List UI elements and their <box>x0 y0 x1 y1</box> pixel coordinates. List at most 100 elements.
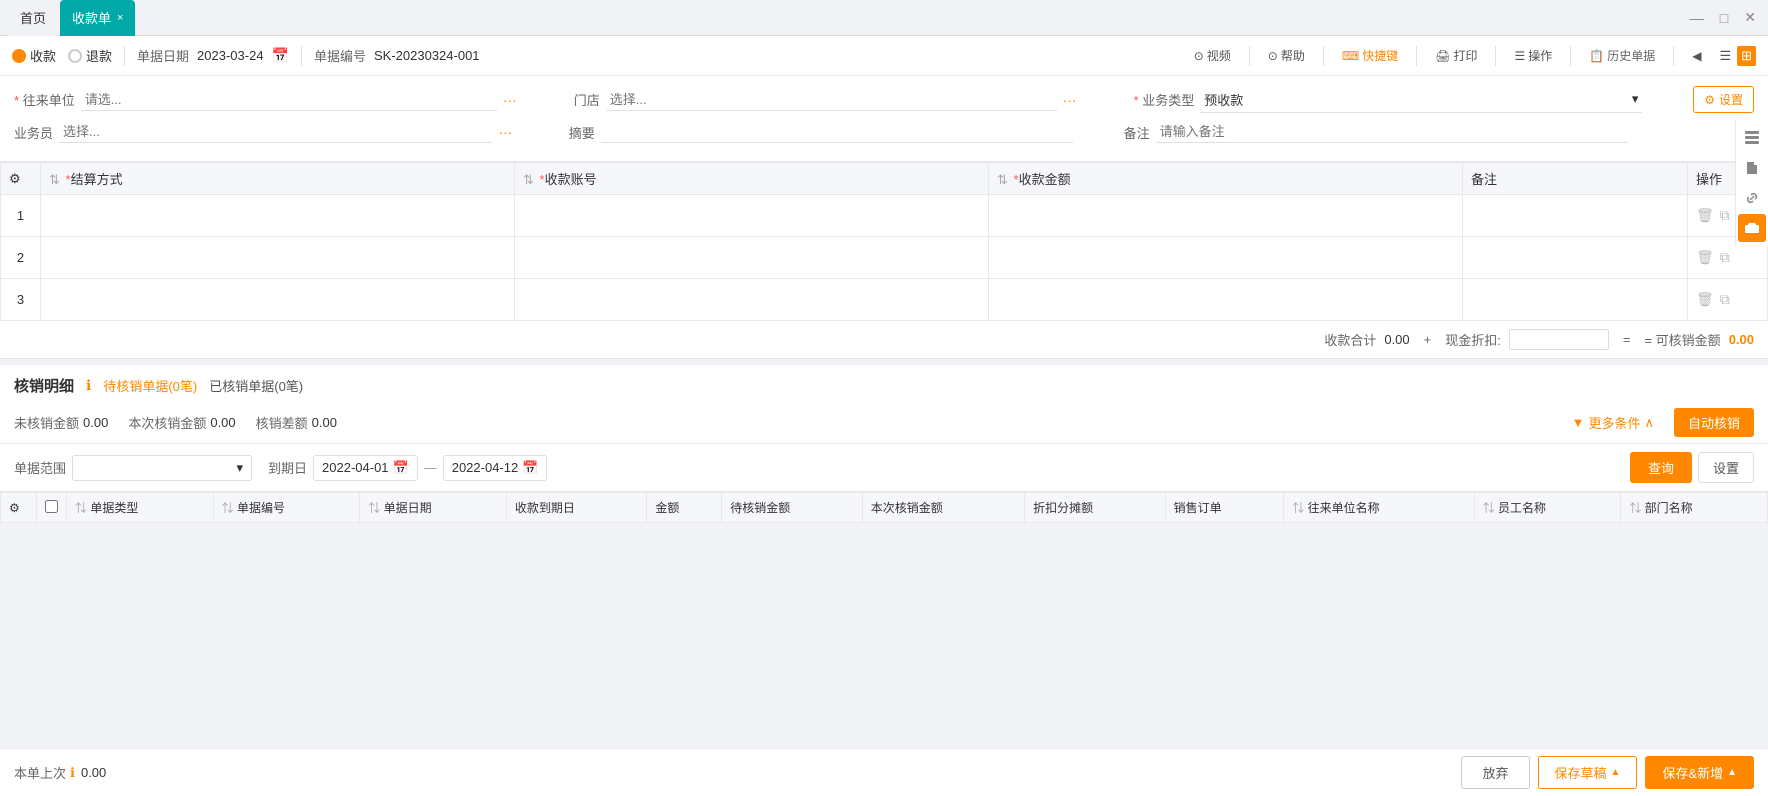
form-row-2: 业务员 ··· 摘要 备注 <box>14 121 1754 143</box>
row-3-remark[interactable] <box>1462 279 1687 321</box>
diff-label: 核销差额 <box>256 413 308 432</box>
close-button[interactable]: ✕ <box>1740 7 1760 28</box>
grid-view-button[interactable]: ⊞ <box>1737 46 1756 66</box>
nav-prev-button[interactable]: ◀ <box>1686 47 1707 65</box>
row-2-account[interactable] <box>514 237 988 279</box>
row-3-amount[interactable] <box>988 279 1462 321</box>
diff-stat: 核销差额 0.00 <box>256 413 337 432</box>
main-scroll[interactable]: * 往来单位 ··· 门店 ··· * 业务类型 预 <box>0 76 1768 788</box>
bth-gear[interactable]: ⚙ <box>1 493 37 523</box>
row-2-remark[interactable] <box>1462 237 1687 279</box>
footer-spacer <box>0 523 1768 583</box>
due-date-field: 到期日 2022-04-01 📅 — 2022-04-12 📅 <box>268 455 547 481</box>
pending-tab[interactable]: 待核销单据(0笔) <box>103 376 197 395</box>
bth-staff: ⇅ 员工名称 <box>1474 493 1621 523</box>
bottom-settings-button[interactable]: 设置 <box>1698 452 1754 483</box>
minimize-button[interactable]: — <box>1686 8 1708 28</box>
save-draft-chevron-icon: ▲ <box>1611 767 1621 778</box>
footer-right: 放弃 保存草稿 ▲ 保存&新增 ▲ <box>1461 756 1754 789</box>
settings-button[interactable]: ⚙ 设置 <box>1693 86 1754 113</box>
store-more-button[interactable]: ··· <box>1057 92 1083 108</box>
history-button[interactable]: 📋 历史单据 <box>1583 45 1661 66</box>
row-1-account[interactable] <box>514 195 988 237</box>
due-date-end-input[interactable]: 2022-04-12 📅 <box>443 455 548 481</box>
store-input[interactable] <box>606 89 1057 111</box>
chevron-icon: ∧ <box>1644 415 1654 431</box>
range-field: 单据范围 ▾ <box>14 455 252 481</box>
done-tab[interactable]: 已核销单据(0笔) <box>209 376 303 395</box>
staff-input[interactable] <box>59 121 492 143</box>
right-panel-camera-icon[interactable] <box>1738 214 1766 242</box>
calendar-icon[interactable]: 📅 <box>272 47 289 64</box>
print-button[interactable]: 🖨 打印 <box>1429 45 1483 66</box>
right-panel-link-icon[interactable] <box>1738 184 1766 212</box>
maximize-button[interactable]: □ <box>1716 8 1732 28</box>
row-2-copy-icon[interactable]: ⧉ <box>1720 249 1730 266</box>
more-filter-button[interactable]: ▼ 更多条件 ∧ <box>1572 413 1654 432</box>
list-view-button[interactable]: ☰ <box>1715 46 1735 66</box>
th-gear[interactable]: ⚙ <box>1 163 41 195</box>
row-2-settle[interactable] <box>41 237 515 279</box>
summary-input[interactable] <box>601 121 1073 143</box>
remark-input[interactable] <box>1156 121 1628 143</box>
counterpart-more-button[interactable]: ··· <box>497 92 523 108</box>
row-num-3: 3 <box>1 279 41 321</box>
uncleared-value: 0.00 <box>83 415 108 430</box>
discount-input[interactable] <box>1509 329 1609 350</box>
counterpart-input[interactable] <box>81 89 497 111</box>
row-1-delete-icon[interactable]: 🗑 <box>1696 207 1714 224</box>
row-1-remark[interactable] <box>1462 195 1687 237</box>
table-row: 3 🗑 ⧉ <box>1 279 1768 321</box>
radio-refund-label: 退款 <box>86 46 112 65</box>
select-all-checkbox[interactable] <box>45 500 58 513</box>
row-3-account[interactable] <box>514 279 988 321</box>
divider-6 <box>1495 46 1496 66</box>
row-2-amount[interactable] <box>988 237 1462 279</box>
filter-icon: ▼ <box>1572 415 1585 430</box>
total-value: 0.00 <box>1384 332 1409 347</box>
row-3-delete-icon[interactable]: 🗑 <box>1696 291 1714 308</box>
bth-counterpart: ⇅ 往来单位名称 <box>1284 493 1474 523</box>
row-3-settle[interactable] <box>41 279 515 321</box>
help-button[interactable]: ⊙ 帮助 <box>1262 45 1311 66</box>
verification-info-icon[interactable]: ℹ <box>86 377 91 394</box>
abandon-button[interactable]: 放弃 <box>1461 756 1529 789</box>
save-new-button[interactable]: 保存&新增 ▲ <box>1645 756 1754 789</box>
tab-receipt[interactable]: 收款单 × <box>60 0 135 36</box>
radio-refund[interactable]: 退款 <box>68 46 112 65</box>
row-1-settle[interactable] <box>41 195 515 237</box>
date-separator: — <box>424 460 437 475</box>
result-value: 0.00 <box>1729 332 1754 347</box>
staff-more-button[interactable]: ··· <box>492 124 518 140</box>
tab-receipt-label: 收款单 <box>72 8 111 27</box>
footer-info-icon: ℹ <box>70 765 75 781</box>
range-select[interactable]: ▾ <box>72 455 252 481</box>
counterpart-label: * 往来单位 <box>14 90 81 109</box>
summary-field: 摘要 <box>569 121 1073 143</box>
video-button[interactable]: ⊙ 视频 <box>1188 45 1237 66</box>
form-row-1: * 往来单位 ··· 门店 ··· * 业务类型 预 <box>14 86 1754 113</box>
due-date-start-input[interactable]: 2022-04-01 📅 <box>313 455 418 481</box>
operations-button[interactable]: ☰ 操作 <box>1508 45 1558 66</box>
business-type-select[interactable]: 预收款 ▾ <box>1200 87 1642 113</box>
row-1-amount[interactable] <box>988 195 1462 237</box>
row-1-copy-icon[interactable]: ⧉ <box>1720 207 1730 224</box>
tab-close-icon[interactable]: × <box>117 12 123 24</box>
right-panel-table-icon[interactable] <box>1738 124 1766 152</box>
tab-home[interactable]: 首页 <box>8 0 58 36</box>
range-chevron-icon: ▾ <box>236 460 243 476</box>
row-2-delete-icon[interactable]: 🗑 <box>1696 249 1714 266</box>
divider-2 <box>301 46 302 66</box>
auto-clear-button[interactable]: 自动核销 <box>1674 408 1754 437</box>
bth-amount: 金额 <box>647 493 722 523</box>
right-panel-doc-icon[interactable] <box>1738 154 1766 182</box>
shortcut-button[interactable]: ⌨ 快捷键 <box>1336 45 1404 66</box>
query-button[interactable]: 查询 <box>1630 452 1692 483</box>
save-draft-button[interactable]: 保存草稿 ▲ <box>1538 756 1638 789</box>
nav-arrows: ◀ <box>1686 47 1707 65</box>
row-3-copy-icon[interactable]: ⧉ <box>1720 291 1730 308</box>
end-date-value: 2022-04-12 <box>452 460 519 475</box>
date-label: 单据日期 <box>137 46 189 65</box>
date-value: 2023-03-24 <box>197 48 264 63</box>
radio-receipt[interactable]: 收款 <box>12 46 56 65</box>
